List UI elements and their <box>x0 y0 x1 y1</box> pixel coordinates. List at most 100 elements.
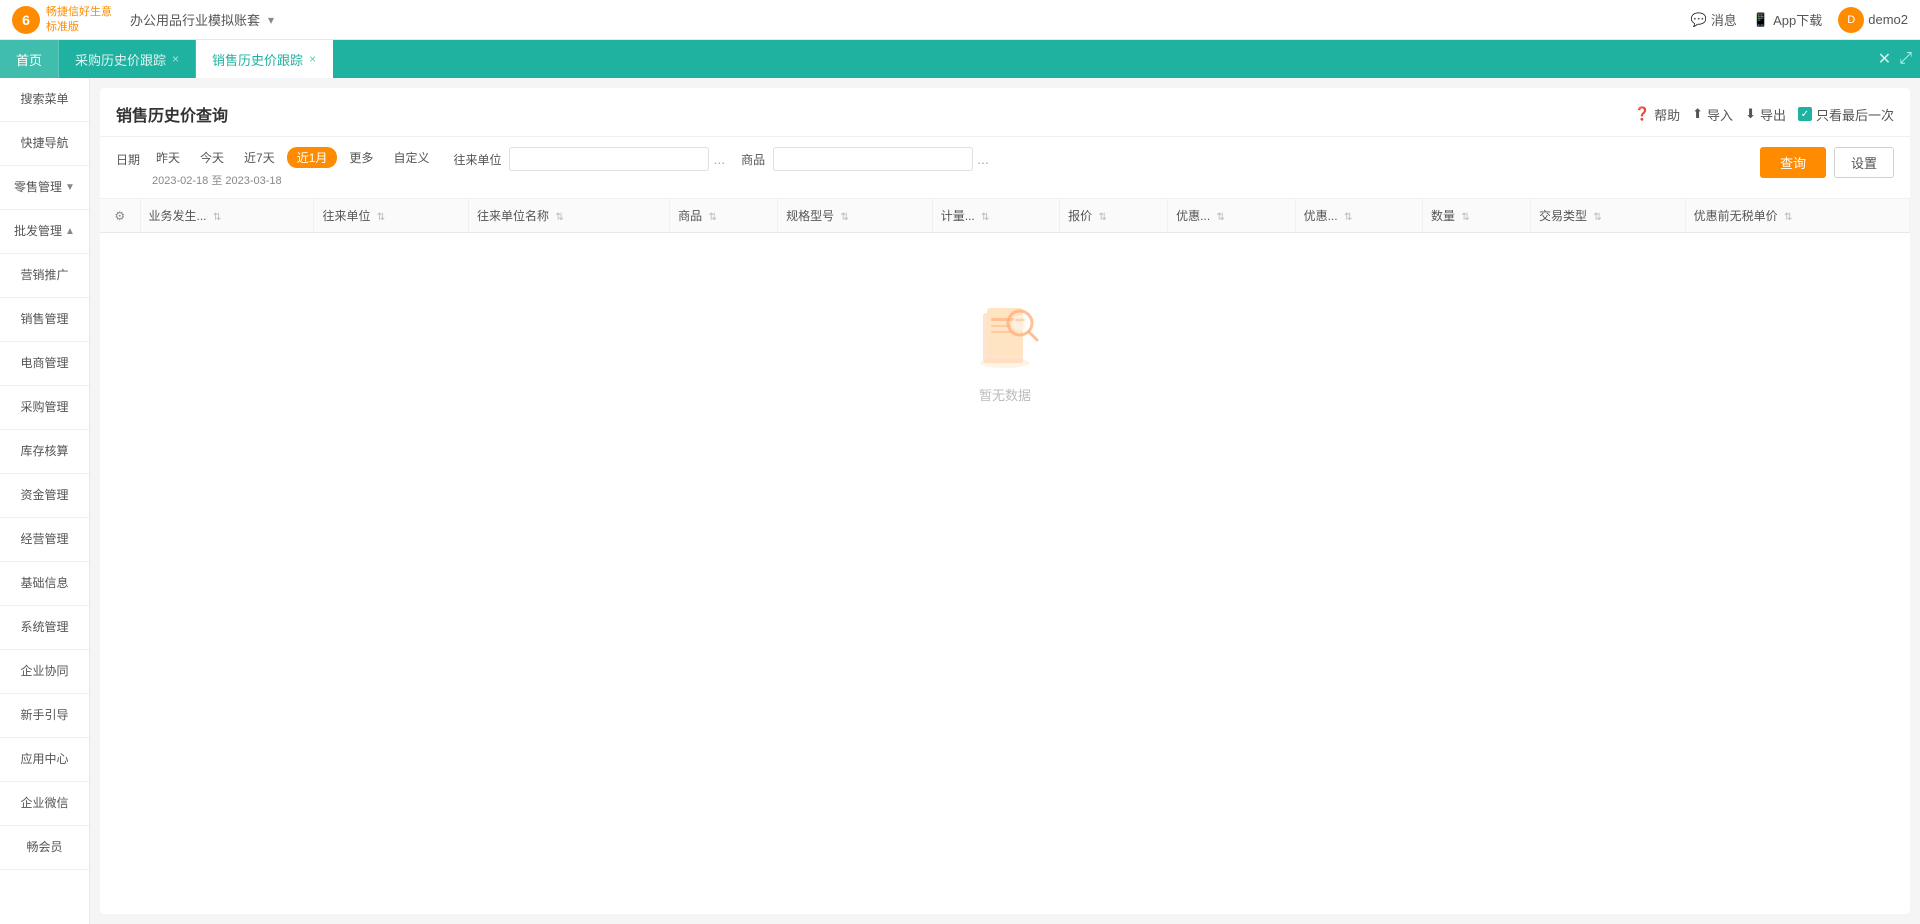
date-btn-more[interactable]: 更多 <box>341 147 381 168</box>
import-icon: ⬆ <box>1692 106 1703 122</box>
import-label: 导入 <box>1707 105 1733 124</box>
date-filter-group: 日期 昨天 今天 近7天 近1月 更多 自定义 2023-02-18 至 202… <box>116 147 437 188</box>
sidebar-item-quick-nav[interactable]: 快捷导航 <box>0 122 89 166</box>
sort-arrows-goods[interactable]: ⇅ <box>708 212 716 223</box>
col-partner-code: 往来单位 ⇅ <box>314 199 469 233</box>
tab-sales-close[interactable]: × <box>309 52 316 66</box>
sidebar-item-retail-label: 零售管理 <box>14 180 62 196</box>
sidebar-item-appcenter[interactable]: 应用中心 <box>0 738 89 782</box>
sidebar-item-base[interactable]: 基础信息 <box>0 562 89 606</box>
page-header-actions: ❓ 帮助 ⬆ 导入 ⬇ 导出 ✓ 只看最后一次 <box>1634 105 1894 124</box>
only-last-label: 只看最后一次 <box>1816 105 1894 124</box>
sort-arrows-discount1[interactable]: ⇅ <box>1217 212 1225 223</box>
sort-arrows-biz-date[interactable]: ⇅ <box>213 212 221 223</box>
sidebar-item-member[interactable]: 畅会员 <box>0 826 89 870</box>
sidebar: 搜索菜单 快捷导航 零售管理 ▼ 批发管理 ▲ 营销推广 销售管理 电商管理 采… <box>0 78 90 924</box>
sort-arrows-spec[interactable]: ⇅ <box>840 212 848 223</box>
export-btn[interactable]: ⬇ 导出 <box>1745 105 1786 124</box>
sidebar-item-wechat-label: 企业微信 <box>20 796 68 812</box>
tab-home[interactable]: 首页 <box>0 40 59 78</box>
only-last-checkbox[interactable]: ✓ 只看最后一次 <box>1798 105 1894 124</box>
sort-arrows-trade[interactable]: ⇅ <box>1593 212 1601 223</box>
empty-illustration <box>965 293 1045 373</box>
date-btn-today[interactable]: 今天 <box>192 147 232 168</box>
filter-area: 日期 昨天 今天 近7天 近1月 更多 自定义 2023-02-18 至 202… <box>100 137 1910 199</box>
sidebar-item-wholesale[interactable]: 批发管理 ▲ <box>0 210 89 254</box>
sidebar-item-enterprise[interactable]: 企业协同 <box>0 650 89 694</box>
partner-dots[interactable]: ... <box>713 151 725 167</box>
tab-maximize[interactable]: ⤢ <box>1899 50 1912 68</box>
sort-arrows-discount2[interactable]: ⇅ <box>1344 212 1352 223</box>
sidebar-item-search-menu[interactable]: 搜索菜单 <box>0 78 89 122</box>
message-btn[interactable]: 💬 消息 <box>1691 10 1737 29</box>
settings-button[interactable]: 设置 <box>1834 147 1894 178</box>
import-btn[interactable]: ⬆ 导入 <box>1692 105 1733 124</box>
goods-dots[interactable]: ... <box>977 151 989 167</box>
sort-arrows-pretax[interactable]: ⇅ <box>1784 212 1792 223</box>
sidebar-item-ecom[interactable]: 电商管理 <box>0 342 89 386</box>
date-btn-custom[interactable]: 自定义 <box>385 147 437 168</box>
help-btn[interactable]: ❓ 帮助 <box>1634 105 1680 124</box>
sort-arrows-partner-name[interactable]: ⇅ <box>555 212 563 223</box>
empty-text: 暂无数据 <box>979 385 1031 404</box>
page-container: 销售历史价查询 ❓ 帮助 ⬆ 导入 ⬇ 导出 ✓ <box>100 88 1910 914</box>
partner-filter-group: 往来单位 ... <box>453 147 725 171</box>
sidebar-item-appcenter-label: 应用中心 <box>20 752 68 768</box>
sidebar-item-finance-label: 资金管理 <box>20 488 68 504</box>
user-area[interactable]: D demo2 <box>1838 7 1908 33</box>
sidebar-item-ops[interactable]: 经营管理 <box>0 518 89 562</box>
date-filter-label: 日期 <box>116 147 140 168</box>
col-goods: 商品 ⇅ <box>670 199 778 233</box>
table-container: ⚙ 业务发生... ⇅ 往来单位 ⇅ 往来单位名称 <box>100 199 1910 914</box>
tab-close-window[interactable]: ✕ <box>1878 49 1891 69</box>
filter-actions: 查询 设置 <box>1760 147 1894 178</box>
table-header: ⚙ 业务发生... ⇅ 往来单位 ⇅ 往来单位名称 <box>100 199 1910 233</box>
sidebar-item-marketing-label: 营销推广 <box>20 268 68 284</box>
column-settings-icon[interactable]: ⚙ <box>114 209 125 223</box>
sidebar-item-retail[interactable]: 零售管理 ▼ <box>0 166 89 210</box>
sidebar-wholesale-arrow: ▲ <box>65 225 75 238</box>
tab-purchase-close[interactable]: × <box>172 52 179 66</box>
tab-purchase-history[interactable]: 采购历史价跟踪 × <box>59 40 196 78</box>
sidebar-item-inventory-label: 库存核算 <box>20 444 68 460</box>
sidebar-item-enterprise-label: 企业协同 <box>20 664 68 680</box>
main-layout: 搜索菜单 快捷导航 零售管理 ▼ 批发管理 ▲ 营销推广 销售管理 电商管理 采… <box>0 78 1920 924</box>
logo-text: 畅捷信好生意 标准版 <box>46 5 112 34</box>
help-icon: ❓ <box>1634 106 1650 122</box>
date-btn-yesterday[interactable]: 昨天 <box>148 147 188 168</box>
sidebar-item-wechat[interactable]: 企业微信 <box>0 782 89 826</box>
sidebar-item-search-label: 搜索菜单 <box>20 92 68 108</box>
sort-arrows-quote[interactable]: ⇅ <box>1098 212 1106 223</box>
help-label: 帮助 <box>1654 105 1680 124</box>
app-download-btn[interactable]: 📱 App下载 <box>1753 10 1822 29</box>
sort-arrows-unit[interactable]: ⇅ <box>981 212 989 223</box>
sidebar-item-purchase[interactable]: 采购管理 <box>0 386 89 430</box>
sidebar-item-finance[interactable]: 资金管理 <box>0 474 89 518</box>
date-filter-dates: 昨天 今天 近7天 近1月 更多 自定义 2023-02-18 至 2023-0… <box>148 147 437 188</box>
data-table: ⚙ 业务发生... ⇅ 往来单位 ⇅ 往来单位名称 <box>100 199 1910 233</box>
sort-arrows-partner[interactable]: ⇅ <box>377 212 385 223</box>
date-buttons: 昨天 今天 近7天 近1月 更多 自定义 <box>148 147 437 168</box>
query-button[interactable]: 查询 <box>1760 147 1826 178</box>
goods-input[interactable] <box>773 147 973 171</box>
col-biz-date: 业务发生... ⇅ <box>140 199 314 233</box>
sort-arrows-qty[interactable]: ⇅ <box>1461 212 1469 223</box>
page-title: 销售历史价查询 <box>116 102 228 126</box>
date-btn-1month[interactable]: 近1月 <box>287 147 338 168</box>
sidebar-item-newuser[interactable]: 新手引导 <box>0 694 89 738</box>
partner-input[interactable] <box>509 147 709 171</box>
sidebar-retail-arrow: ▼ <box>65 181 75 194</box>
app-dropdown[interactable]: ▾ <box>268 13 274 27</box>
sidebar-item-member-label: 畅会员 <box>26 840 62 856</box>
sidebar-item-inventory[interactable]: 库存核算 <box>0 430 89 474</box>
goods-filter-label: 商品 <box>741 147 765 168</box>
col-spec: 规格型号 ⇅ <box>778 199 933 233</box>
tab-sales-history[interactable]: 销售历史价跟踪 × <box>196 40 333 78</box>
date-btn-last7[interactable]: 近7天 <box>236 147 283 168</box>
sidebar-item-marketing[interactable]: 营销推广 <box>0 254 89 298</box>
tab-bar-end: ✕ ⤢ <box>1870 40 1920 78</box>
sidebar-item-system[interactable]: 系统管理 <box>0 606 89 650</box>
sidebar-item-sales[interactable]: 销售管理 <box>0 298 89 342</box>
tab-purchase-label: 采购历史价跟踪 <box>75 50 166 69</box>
export-icon: ⬇ <box>1745 106 1756 122</box>
